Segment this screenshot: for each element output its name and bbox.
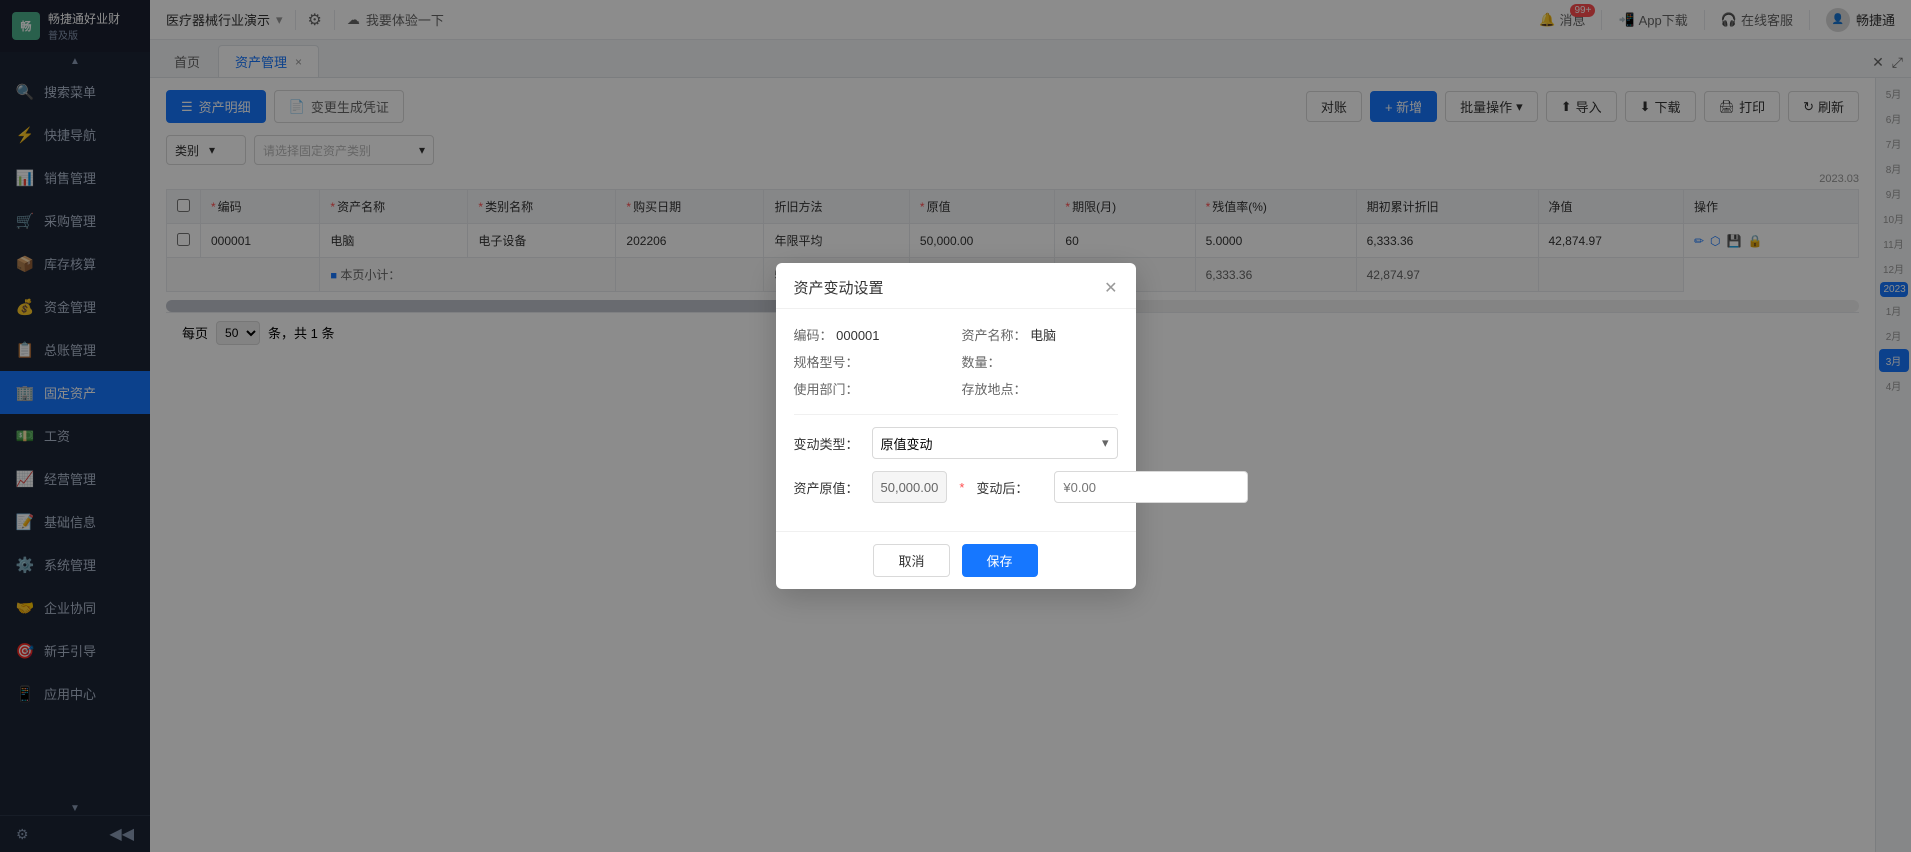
modal-location-label: 存放地点： (962, 382, 1027, 397)
change-type-value: 原值变动 (881, 434, 933, 453)
value-change-row: 资产原值： 50,000.00 * 变动后： (794, 471, 1118, 503)
modal-name-item: 资产名称： 电脑 (962, 325, 1118, 344)
save-button[interactable]: 保存 (962, 544, 1038, 577)
modal-dept-label: 使用部门： (794, 382, 859, 397)
modal-close-button[interactable]: ✕ (1104, 278, 1117, 298)
modal-divider (794, 414, 1118, 415)
change-type-dropdown-icon: ▾ (1102, 435, 1109, 451)
modal-spec-item: 规格型号： (794, 352, 950, 371)
modal-body: 编码： 000001 资产名称： 电脑 规格型号： 数量： 使用部门： (776, 309, 1136, 531)
modal-quantity-label: 数量： (962, 355, 1001, 370)
modal-footer: 取消 保存 (776, 531, 1136, 589)
modal-quantity-item: 数量： (962, 352, 1118, 371)
modal-header: 资产变动设置 ✕ (776, 263, 1136, 309)
modal-overlay[interactable]: 资产变动设置 ✕ 编码： 000001 资产名称： 电脑 规格型号： 数 (0, 0, 1911, 852)
modal-name-label: 资产名称： (962, 328, 1027, 343)
required-star-after: * (959, 480, 964, 495)
modal-code-label: 编码： (794, 328, 833, 343)
modal-info-grid: 编码： 000001 资产名称： 电脑 规格型号： 数量： 使用部门： (794, 325, 1118, 398)
asset-change-modal: 资产变动设置 ✕ 编码： 000001 资产名称： 电脑 规格型号： 数 (776, 263, 1136, 589)
after-label: 变动后： (976, 478, 1046, 497)
cancel-button[interactable]: 取消 (873, 544, 949, 577)
change-type-label: 变动类型： (794, 434, 864, 453)
modal-location-item: 存放地点： (962, 379, 1118, 398)
modal-title: 资产变动设置 (794, 277, 884, 298)
original-value-label: 资产原值： (794, 478, 864, 497)
modal-dept-item: 使用部门： (794, 379, 950, 398)
modal-code-item: 编码： 000001 (794, 325, 950, 344)
after-value-input[interactable] (1054, 471, 1248, 503)
change-type-select[interactable]: 原值变动 ▾ (872, 427, 1118, 459)
modal-spec-label: 规格型号： (794, 355, 859, 370)
modal-name-value: 电脑 (1030, 328, 1056, 343)
original-value-display: 50,000.00 (872, 471, 948, 503)
change-type-row: 变动类型： 原值变动 ▾ (794, 427, 1118, 459)
modal-code-value: 000001 (836, 328, 879, 343)
